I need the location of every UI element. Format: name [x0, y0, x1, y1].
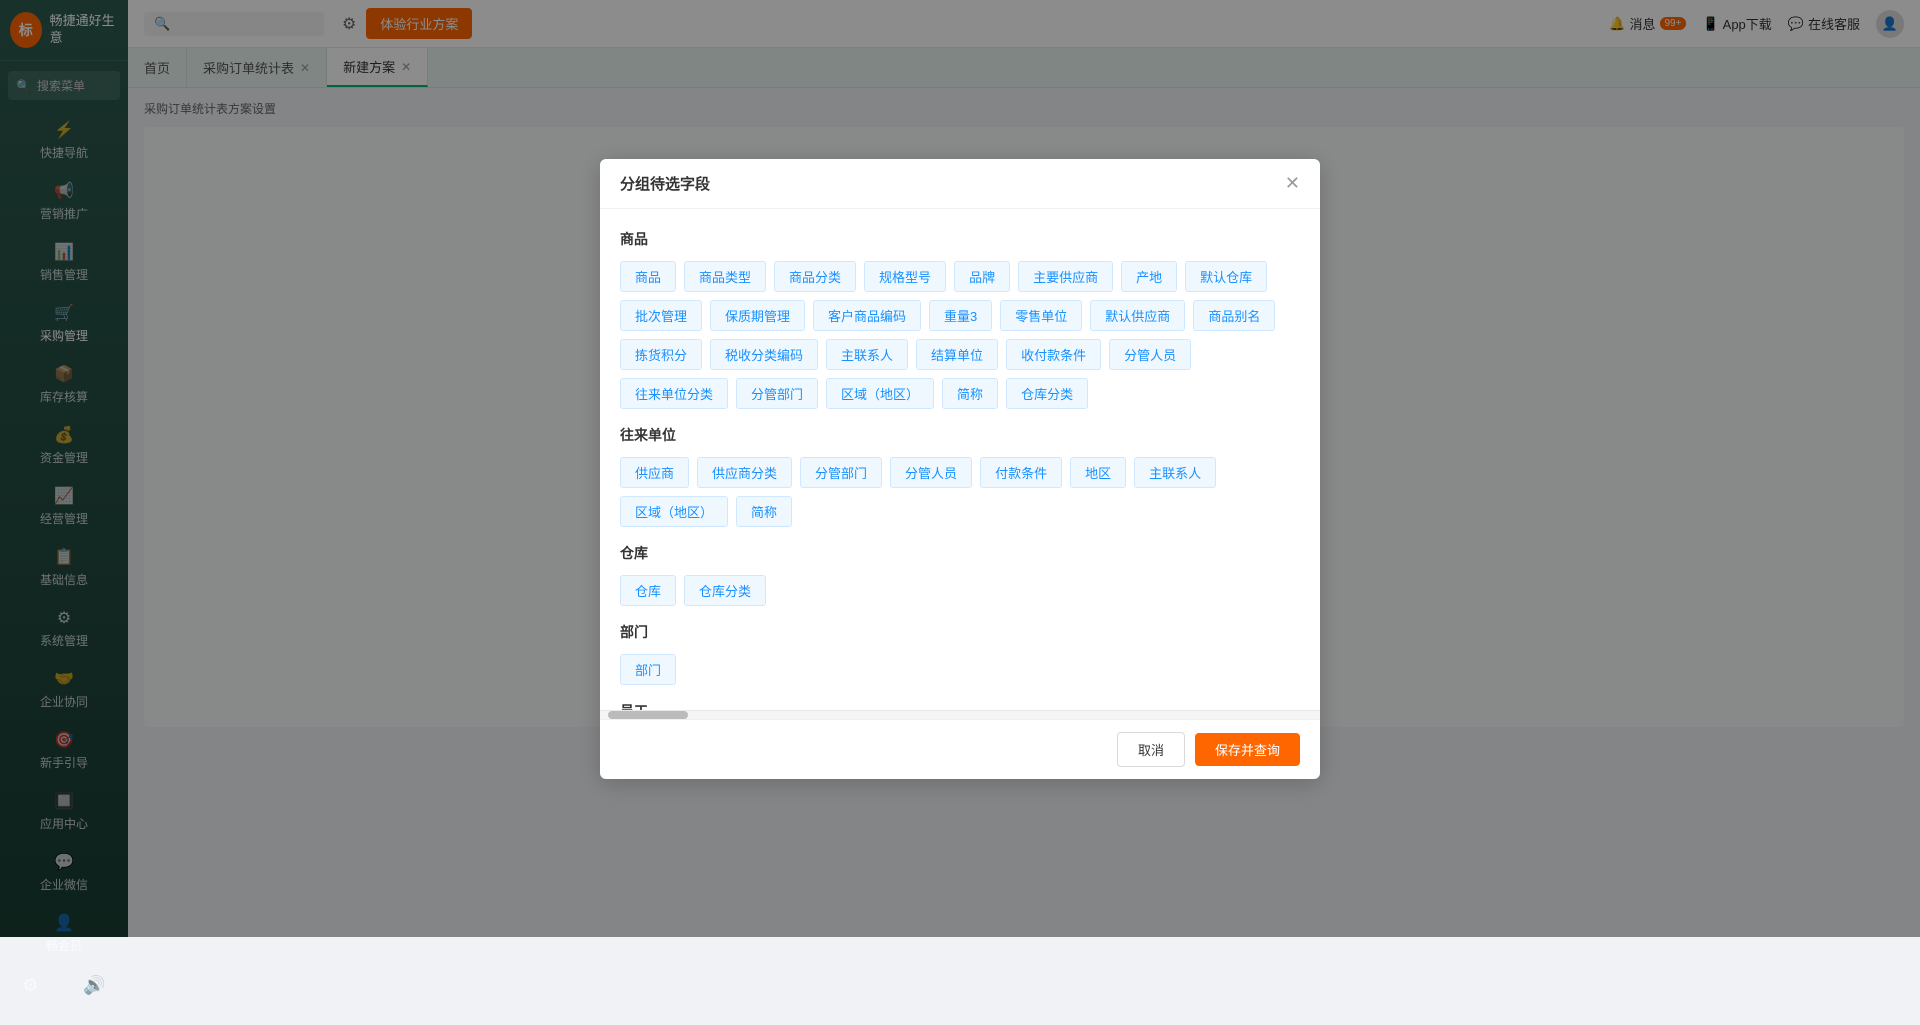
field-tag-product-批次管理[interactable]: 批次管理: [620, 300, 702, 331]
fields-grid-warehouse: 仓库 仓库分类: [620, 575, 1300, 606]
field-tag-product-商品分类[interactable]: 商品分类: [774, 261, 856, 292]
field-tag-product-分管部门[interactable]: 分管部门: [736, 378, 818, 409]
field-tag-partner-供应商[interactable]: 供应商: [620, 457, 689, 488]
fields-grid-product: 商品 商品类型 商品分类 规格型号 品牌 主要供应商 产地 默认仓库 批次管理 …: [620, 261, 1300, 409]
section-title-partner: 往来单位: [620, 425, 1300, 445]
field-tag-product-往来单位分类[interactable]: 往来单位分类: [620, 378, 728, 409]
field-tag-product-拣货积分[interactable]: 拣货积分: [620, 339, 702, 370]
section-title-department: 部门: [620, 622, 1300, 642]
field-tag-product-重量3[interactable]: 重量3: [929, 300, 992, 331]
section-title-employee: 员工: [620, 701, 1300, 710]
field-tag-warehouse-仓库[interactable]: 仓库: [620, 575, 676, 606]
save-button[interactable]: 保存并查询: [1195, 733, 1300, 766]
field-tag-product-商品别名[interactable]: 商品别名: [1193, 300, 1275, 331]
fields-grid-department: 部门: [620, 654, 1300, 685]
field-tag-product-客户商品编码[interactable]: 客户商品编码: [813, 300, 921, 331]
field-tag-product-结算单位[interactable]: 结算单位: [916, 339, 998, 370]
field-tag-partner-简称[interactable]: 简称: [736, 496, 792, 527]
modal-horizontal-scrollbar[interactable]: [600, 710, 1320, 719]
field-tag-partner-区域地区[interactable]: 区域（地区）: [620, 496, 728, 527]
cancel-button[interactable]: 取消: [1117, 732, 1185, 767]
field-tag-product-主联系人[interactable]: 主联系人: [826, 339, 908, 370]
field-tag-product-默认供应商[interactable]: 默认供应商: [1090, 300, 1185, 331]
field-tag-partner-分管人员[interactable]: 分管人员: [890, 457, 972, 488]
field-tag-product-仓库分类[interactable]: 仓库分类: [1006, 378, 1088, 409]
modal-footer: 取消 保存并查询: [600, 719, 1320, 779]
field-tag-product-品牌[interactable]: 品牌: [954, 261, 1010, 292]
field-select-modal: 分组待选字段 ✕ 商品 商品 商品类型 商品分类 规格型号 品牌 主要供应商 产…: [600, 159, 1320, 779]
field-tag-product-商品[interactable]: 商品: [620, 261, 676, 292]
modal-header: 分组待选字段 ✕: [600, 159, 1320, 209]
field-tag-product-产地[interactable]: 产地: [1121, 261, 1177, 292]
field-tag-product-零售单位[interactable]: 零售单位: [1000, 300, 1082, 331]
field-tag-product-简称[interactable]: 简称: [942, 378, 998, 409]
field-tag-product-主要供应商[interactable]: 主要供应商: [1018, 261, 1113, 292]
field-tag-dept-部门[interactable]: 部门: [620, 654, 676, 685]
field-tag-product-保质期管理[interactable]: 保质期管理: [710, 300, 805, 331]
field-tag-product-商品类型[interactable]: 商品类型: [684, 261, 766, 292]
fields-grid-partner: 供应商 供应商分类 分管部门 分管人员 付款条件 地区 主联系人 区域（地区） …: [620, 457, 1300, 527]
modal-close-button[interactable]: ✕: [1285, 173, 1300, 194]
field-tag-product-分管人员[interactable]: 分管人员: [1109, 339, 1191, 370]
field-tag-product-税收分类编码[interactable]: 税收分类编码: [710, 339, 818, 370]
field-tag-product-默认仓库[interactable]: 默认仓库: [1185, 261, 1267, 292]
section-title-product: 商品: [620, 229, 1300, 249]
field-tag-partner-付款条件[interactable]: 付款条件: [980, 457, 1062, 488]
field-tag-product-区域地区[interactable]: 区域（地区）: [826, 378, 934, 409]
modal-body[interactable]: 商品 商品 商品类型 商品分类 规格型号 品牌 主要供应商 产地 默认仓库 批次…: [600, 209, 1320, 710]
modal-overlay: 分组待选字段 ✕ 商品 商品 商品类型 商品分类 规格型号 品牌 主要供应商 产…: [0, 0, 1920, 937]
field-tag-partner-地区[interactable]: 地区: [1070, 457, 1126, 488]
section-title-warehouse: 仓库: [620, 543, 1300, 563]
field-tag-partner-供应商分类[interactable]: 供应商分类: [697, 457, 792, 488]
modal-title: 分组待选字段: [620, 173, 710, 194]
field-tag-partner-分管部门[interactable]: 分管部门: [800, 457, 882, 488]
field-tag-partner-主联系人[interactable]: 主联系人: [1134, 457, 1216, 488]
field-tag-warehouse-仓库分类[interactable]: 仓库分类: [684, 575, 766, 606]
field-tag-product-收付款条件[interactable]: 收付款条件: [1006, 339, 1101, 370]
field-tag-product-规格型号[interactable]: 规格型号: [864, 261, 946, 292]
